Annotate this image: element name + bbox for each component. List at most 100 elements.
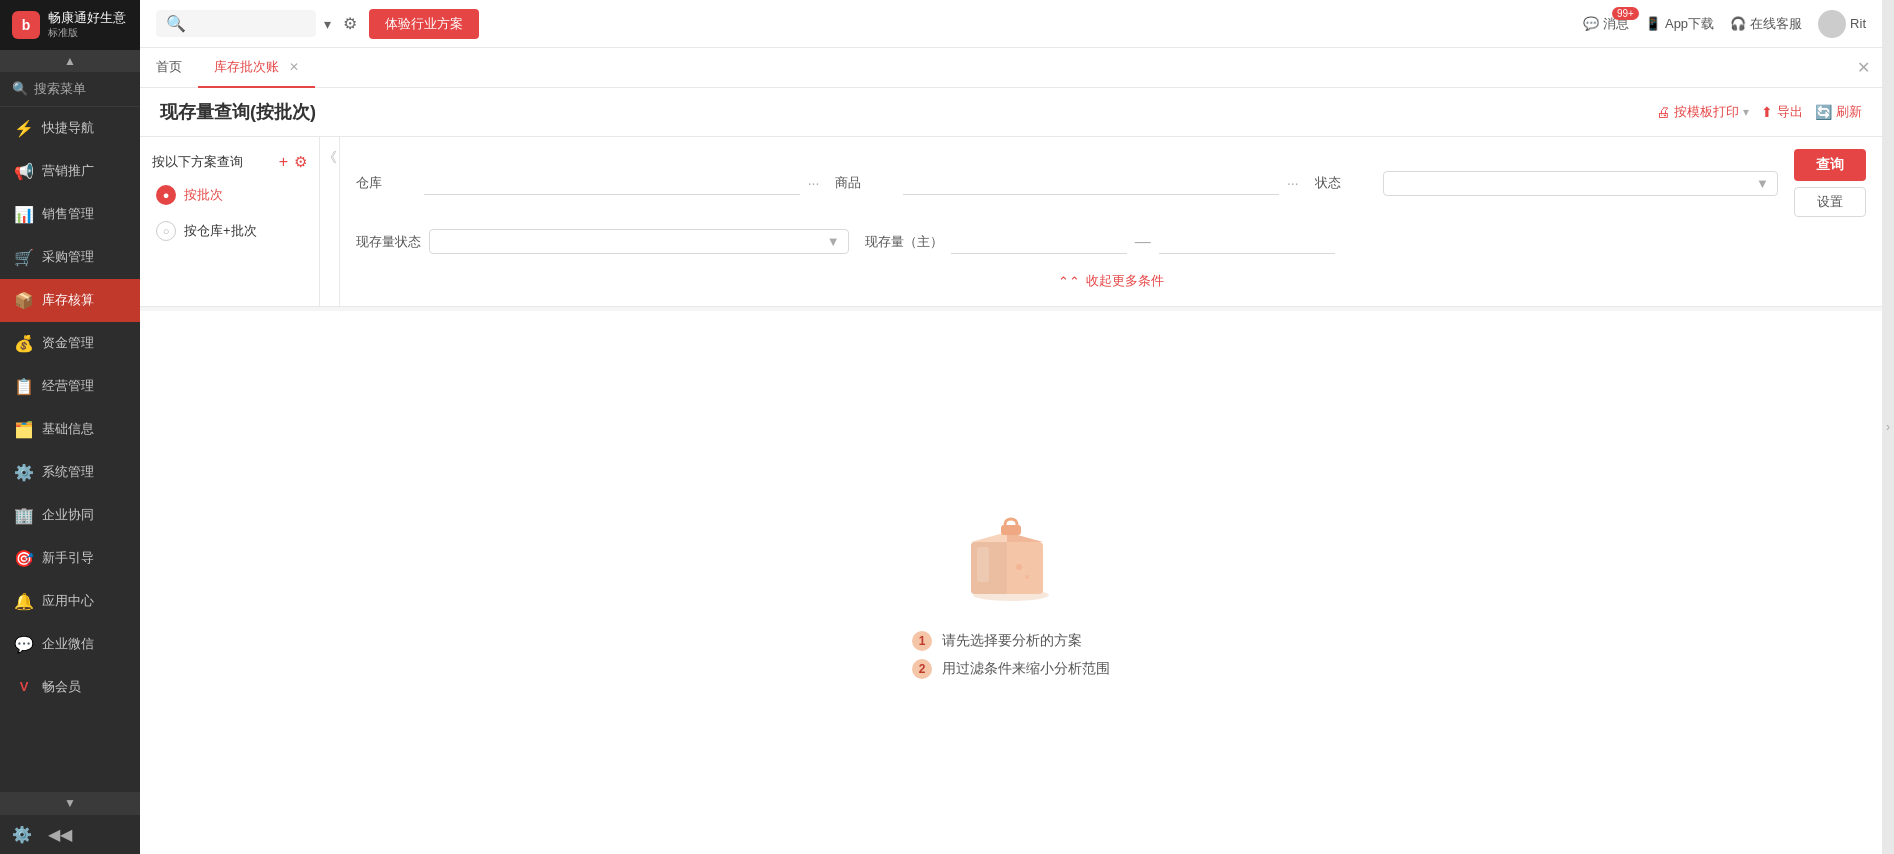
topbar-dropdown-arrow[interactable]: ▾: [324, 16, 331, 32]
app-subtitle: 标准版: [48, 26, 126, 40]
collapse-up-icon: ⌃⌃: [1058, 274, 1080, 289]
warehouse-more[interactable]: ···: [808, 175, 820, 191]
inventory-icon: 📦: [14, 291, 34, 310]
stock-qty-to[interactable]: [1159, 230, 1335, 254]
sidebar-item-base[interactable]: 🗂️ 基础信息: [0, 408, 140, 451]
newbie-icon: 🎯: [14, 549, 34, 568]
messages-btn[interactable]: 💬 消息 99+: [1583, 15, 1629, 33]
app-download-btn[interactable]: 📱 App下载: [1645, 15, 1714, 33]
sidebar-item-enterprise-wx[interactable]: 💬 企业微信: [0, 623, 140, 666]
stock-status-dropdown[interactable]: ▼: [429, 229, 849, 254]
sidebar-settings-icon[interactable]: ⚙️: [12, 825, 32, 844]
hint-1-text: 请先选择要分析的方案: [942, 632, 1082, 650]
svg-rect-6: [1005, 519, 1017, 529]
svg-rect-7: [977, 547, 989, 582]
svg-point-9: [1025, 575, 1029, 579]
sidebar-item-label: 快捷导航: [42, 119, 94, 137]
warehouse-input[interactable]: [424, 171, 800, 195]
hint-1-num: 1: [912, 631, 932, 651]
stock-qty-label: 现存量（主）: [865, 233, 943, 251]
collapse-icon: 《: [323, 149, 337, 167]
empty-illustration: [951, 487, 1071, 607]
sidebar-item-label: 基础信息: [42, 420, 94, 438]
topbar-search-input[interactable]: [192, 16, 292, 31]
stock-qty-sep: —: [1135, 233, 1151, 251]
sidebar-item-member[interactable]: V 畅会员: [0, 666, 140, 708]
user-avatar-area[interactable]: Rit: [1818, 10, 1866, 38]
tab-close-icon[interactable]: ✕: [289, 60, 299, 74]
filter-sidebar-collapse-btn[interactable]: 《: [320, 137, 340, 306]
tab-home[interactable]: 首页: [140, 48, 198, 88]
svg-point-8: [1016, 564, 1022, 570]
product-more[interactable]: ···: [1287, 175, 1299, 191]
hint-2-text: 用过滤条件来缩小分析范围: [942, 660, 1110, 678]
main-content: 🔍 ▾ ⚙ 体验行业方案 💬 消息 99+ 📱 App下载 🎧 在线客服 Rit: [140, 0, 1882, 854]
experience-btn[interactable]: 体验行业方案: [369, 9, 479, 39]
hint-2-num: 2: [912, 659, 932, 679]
filter-add-btn[interactable]: +: [279, 153, 288, 171]
customer-service-icon: 🎧: [1730, 16, 1746, 31]
query-btn[interactable]: 查询: [1794, 149, 1866, 181]
empty-hints: 1 请先选择要分析的方案 2 用过滤条件来缩小分析范围: [912, 631, 1110, 679]
empty-hint-1: 1 请先选择要分析的方案: [912, 631, 1110, 651]
customer-service-btn[interactable]: 🎧 在线客服: [1730, 15, 1802, 33]
filter-collapse-row[interactable]: ⌃⌃ 收起更多条件: [356, 266, 1866, 294]
sidebar-item-label: 库存核算: [42, 291, 94, 309]
sidebar-item-marketing[interactable]: 📢 营销推广: [0, 150, 140, 193]
user-name: Rit: [1850, 16, 1866, 31]
export-label: 导出: [1777, 103, 1803, 121]
sidebar-item-finance[interactable]: 💰 资金管理: [0, 322, 140, 365]
enterprise-wx-icon: 💬: [14, 635, 34, 654]
sidebar-item-label: 营销推广: [42, 162, 94, 180]
refresh-label: 刷新: [1836, 103, 1862, 121]
filter-row-1: 仓库 ··· 商品 ··· 状态 ▼: [356, 149, 1866, 217]
refresh-btn[interactable]: 🔄 刷新: [1815, 103, 1862, 121]
sidebar-item-label: 新手引导: [42, 549, 94, 567]
sidebar: b 畅康通好生意 标准版 ▲ 🔍 搜索菜单 ⚡ 快捷导航 📢 营销推广 📊 销售…: [0, 0, 140, 854]
app-center-icon: 🔔: [14, 592, 34, 611]
product-input[interactable]: [903, 171, 1279, 195]
filter-field-stock-qty: 现存量（主） —: [865, 230, 1358, 254]
sidebar-scroll-up[interactable]: ▲: [0, 50, 140, 72]
sidebar-item-system[interactable]: ⚙️ 系统管理: [0, 451, 140, 494]
sidebar-collapse-icon[interactable]: ◀◀: [48, 825, 72, 844]
filter-settings-btn[interactable]: ⚙: [294, 153, 307, 171]
messages-icon: 💬: [1583, 16, 1599, 31]
topbar-search-icon: 🔍: [166, 14, 186, 33]
sidebar-item-operations[interactable]: 📋 经营管理: [0, 365, 140, 408]
topbar-gear-icon[interactable]: ⚙: [343, 14, 357, 33]
sidebar-nav: ⚡ 快捷导航 📢 营销推广 📊 销售管理 🛒 采购管理 📦 库存核算 💰 资金管…: [0, 107, 140, 792]
sidebar-item-label: 采购管理: [42, 248, 94, 266]
sidebar-item-enterprise[interactable]: 🏢 企业协同: [0, 494, 140, 537]
sidebar-scroll-down[interactable]: ▼: [0, 792, 140, 814]
sidebar-item-label: 畅会员: [42, 678, 81, 696]
topbar-search-box[interactable]: 🔍: [156, 10, 316, 37]
stock-status-label: 现存量状态: [356, 233, 421, 251]
topbar: 🔍 ▾ ⚙ 体验行业方案 💬 消息 99+ 📱 App下载 🎧 在线客服 Rit: [140, 0, 1882, 48]
sidebar-item-app-center[interactable]: 🔔 应用中心: [0, 580, 140, 623]
scheme-wh-batch-icon: ○: [156, 221, 176, 241]
filter-scheme-by-warehouse-batch[interactable]: ○ 按仓库+批次: [140, 213, 319, 249]
filter-sidebar-title: 按以下方案查询: [152, 153, 243, 171]
operations-icon: 📋: [14, 377, 34, 396]
stock-qty-from[interactable]: [951, 230, 1127, 254]
sidebar-item-quick-nav[interactable]: ⚡ 快捷导航: [0, 107, 140, 150]
status-arrow: ▼: [1756, 176, 1769, 191]
status-dropdown[interactable]: ▼: [1383, 171, 1778, 196]
filter-field-status: 状态 ▼: [1315, 171, 1778, 196]
print-btn[interactable]: 🖨 按模板打印 ▾: [1656, 103, 1749, 121]
export-btn[interactable]: ⬆ 导出: [1761, 103, 1803, 121]
filter-scheme-by-batch[interactable]: ● 按批次: [140, 177, 319, 213]
sidebar-item-newbie[interactable]: 🎯 新手引导: [0, 537, 140, 580]
settings-btn[interactable]: 设置: [1794, 187, 1866, 217]
sidebar-item-purchase[interactable]: 🛒 采购管理: [0, 236, 140, 279]
tab-inventory-batch[interactable]: 库存批次账 ✕: [198, 48, 315, 88]
app-download-label: App下载: [1665, 15, 1714, 33]
app-title: 畅康通好生意: [48, 10, 126, 26]
sidebar-item-sales[interactable]: 📊 销售管理: [0, 193, 140, 236]
sidebar-search[interactable]: 🔍 搜索菜单: [0, 72, 140, 107]
search-icon: 🔍: [12, 81, 28, 96]
right-edge-panel[interactable]: ›: [1882, 0, 1894, 854]
sidebar-item-inventory[interactable]: 📦 库存核算: [0, 279, 140, 322]
close-panel-btn[interactable]: ✕: [1857, 58, 1870, 77]
